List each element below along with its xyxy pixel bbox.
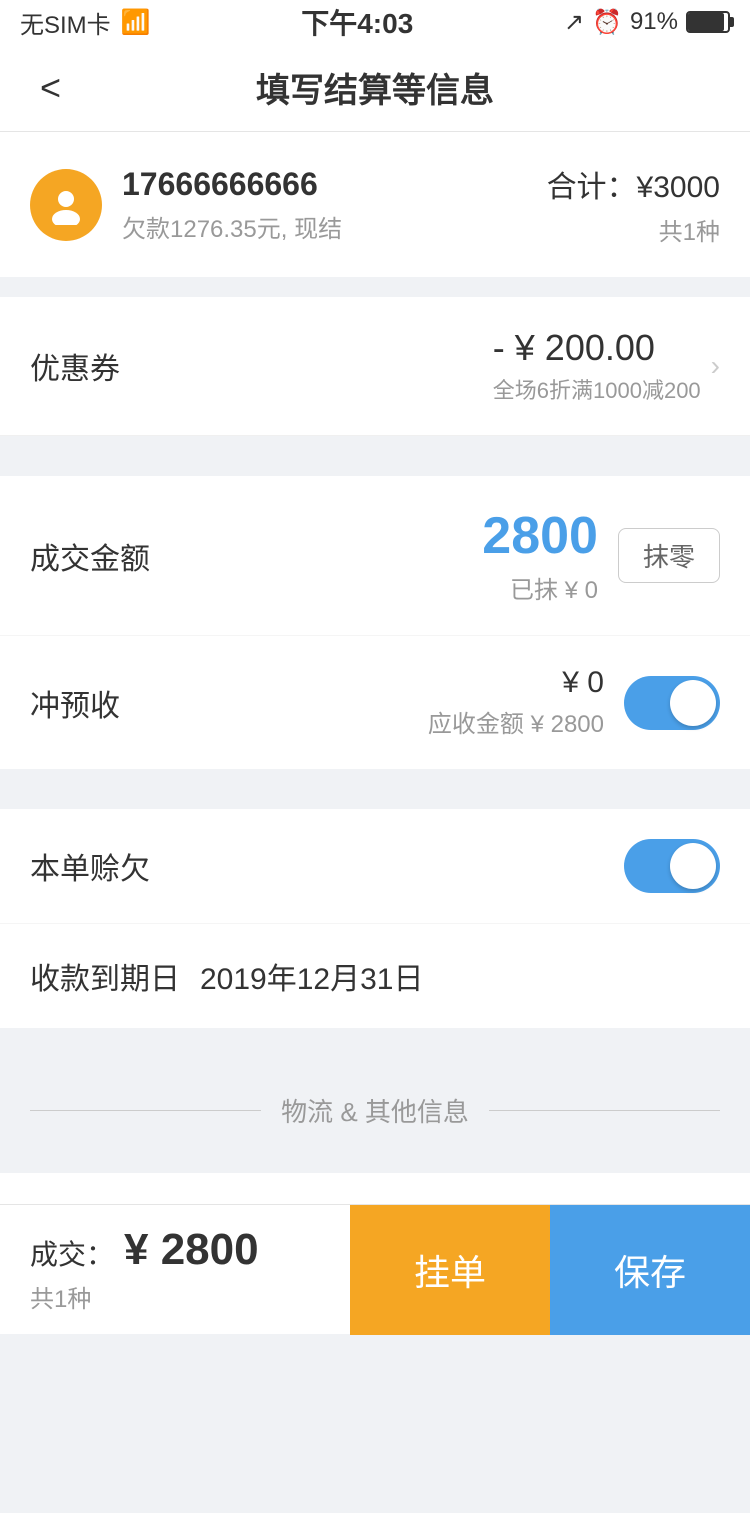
due-date-value: 2019年12月31日 [200,954,423,998]
prepay-label: 冲预收 [30,681,120,725]
logistics-divider-right [489,1110,720,1111]
page-title: 填写结算等信息 [256,63,494,112]
status-bar: 无SIM卡 📶 下午4:03 ↗ ⏰ 91% [0,0,750,44]
carrier-label: 无SIM卡 [20,5,111,40]
amount-sub: 已抹 ¥ 0 [482,570,598,605]
back-button[interactable]: < [30,57,71,119]
status-right: ↗ ⏰ 91% [564,8,730,37]
coupon-description: 全场6折满1000减200 [493,373,701,405]
summary-label: 成交： [30,1233,114,1273]
chevron-right-icon: › [711,350,720,382]
credit-row: 本单赊欠 [0,809,750,924]
amount-row: 成交金额 2800 已抹 ¥ 0 抹零 [0,476,750,636]
logistics-header: 物流 & 其他信息 [0,1068,750,1153]
due-date-label: 收款到期日 [30,954,180,998]
customer-card: 17666666666 欠款1276.35元, 现结 合计：¥3000 共1种 [0,132,750,277]
credit-toggle-knob [670,843,716,889]
logistics-title: 物流 & 其他信息 [281,1092,469,1129]
section-divider-1 [0,456,750,476]
customer-total: 合计：¥3000 [547,162,720,206]
logistics-divider-left [30,1110,261,1111]
avatar [30,169,102,241]
prepay-sub: 应收金额 ¥ 2800 [428,704,604,739]
prepay-toggle[interactable] [624,676,720,730]
logistics-section: 物流 & 其他信息 [0,1068,750,1153]
customer-phone: 17666666666 [122,166,342,203]
nav-bar: < 填写结算等信息 [0,44,750,132]
location-icon: ↗ [564,8,584,37]
credit-label: 本单赊欠 [30,844,150,888]
due-date-row: 收款到期日 2019年12月31日 [0,924,750,1028]
coupon-label: 优惠券 [30,344,120,388]
bottom-bar: 成交： ¥ 2800 共1种 挂单 保存 [0,1204,750,1334]
customer-left: 17666666666 欠款1276.35元, 现结 [30,166,342,244]
bottom-spacer [0,1343,750,1383]
amount-label: 成交金额 [30,534,150,578]
summary-top: 成交： ¥ 2800 [30,1225,320,1275]
status-time: 下午4:03 [301,2,413,42]
prepay-row: 冲预收 ¥ 0 应收金额 ¥ 2800 [0,636,750,769]
summary-amount: ¥ 2800 [124,1225,259,1275]
battery-label: 91% [630,8,678,36]
customer-count: 共1种 [547,212,720,247]
save-button[interactable]: 保存 [550,1205,750,1335]
prepay-value: ¥ 0 [428,666,604,700]
bottom-summary: 成交： ¥ 2800 共1种 [0,1225,350,1314]
prepay-amount: ¥ 0 应收金额 ¥ 2800 [428,666,604,739]
prepay-right: ¥ 0 应收金额 ¥ 2800 [428,666,720,739]
coupon-right: - ¥ 200.00 全场6折满1000减200 › [493,327,720,405]
status-left: 无SIM卡 📶 [20,5,151,40]
section-divider-2 [0,789,750,809]
amount-section: 成交金额 2800 已抹 ¥ 0 抹零 冲预收 ¥ 0 应收金额 ¥ 2800 [0,476,750,769]
toggle-knob [670,680,716,726]
alarm-icon: ⏰ [592,8,622,37]
wifi-icon: 📶 [121,8,151,37]
customer-debt: 欠款1276.35元, 现结 [122,209,342,244]
coupon-row[interactable]: 优惠券 - ¥ 200.00 全场6折满1000减200 › [0,297,750,436]
round-zero-button[interactable]: 抹零 [618,528,720,583]
customer-right: 合计：¥3000 共1种 [547,162,720,247]
section-divider-3 [0,1048,750,1068]
battery-icon [686,11,730,33]
coupon-discount: - ¥ 200.00 [493,327,701,369]
amount-right: 2800 已抹 ¥ 0 抹零 [482,506,720,605]
hold-button[interactable]: 挂单 [350,1205,550,1335]
amount-value: 2800 [482,506,598,566]
credit-toggle[interactable] [624,839,720,893]
customer-info: 17666666666 欠款1276.35元, 现结 [122,166,342,244]
summary-count: 共1种 [30,1279,320,1314]
credit-section: 本单赊欠 收款到期日 2019年12月31日 [0,809,750,1028]
